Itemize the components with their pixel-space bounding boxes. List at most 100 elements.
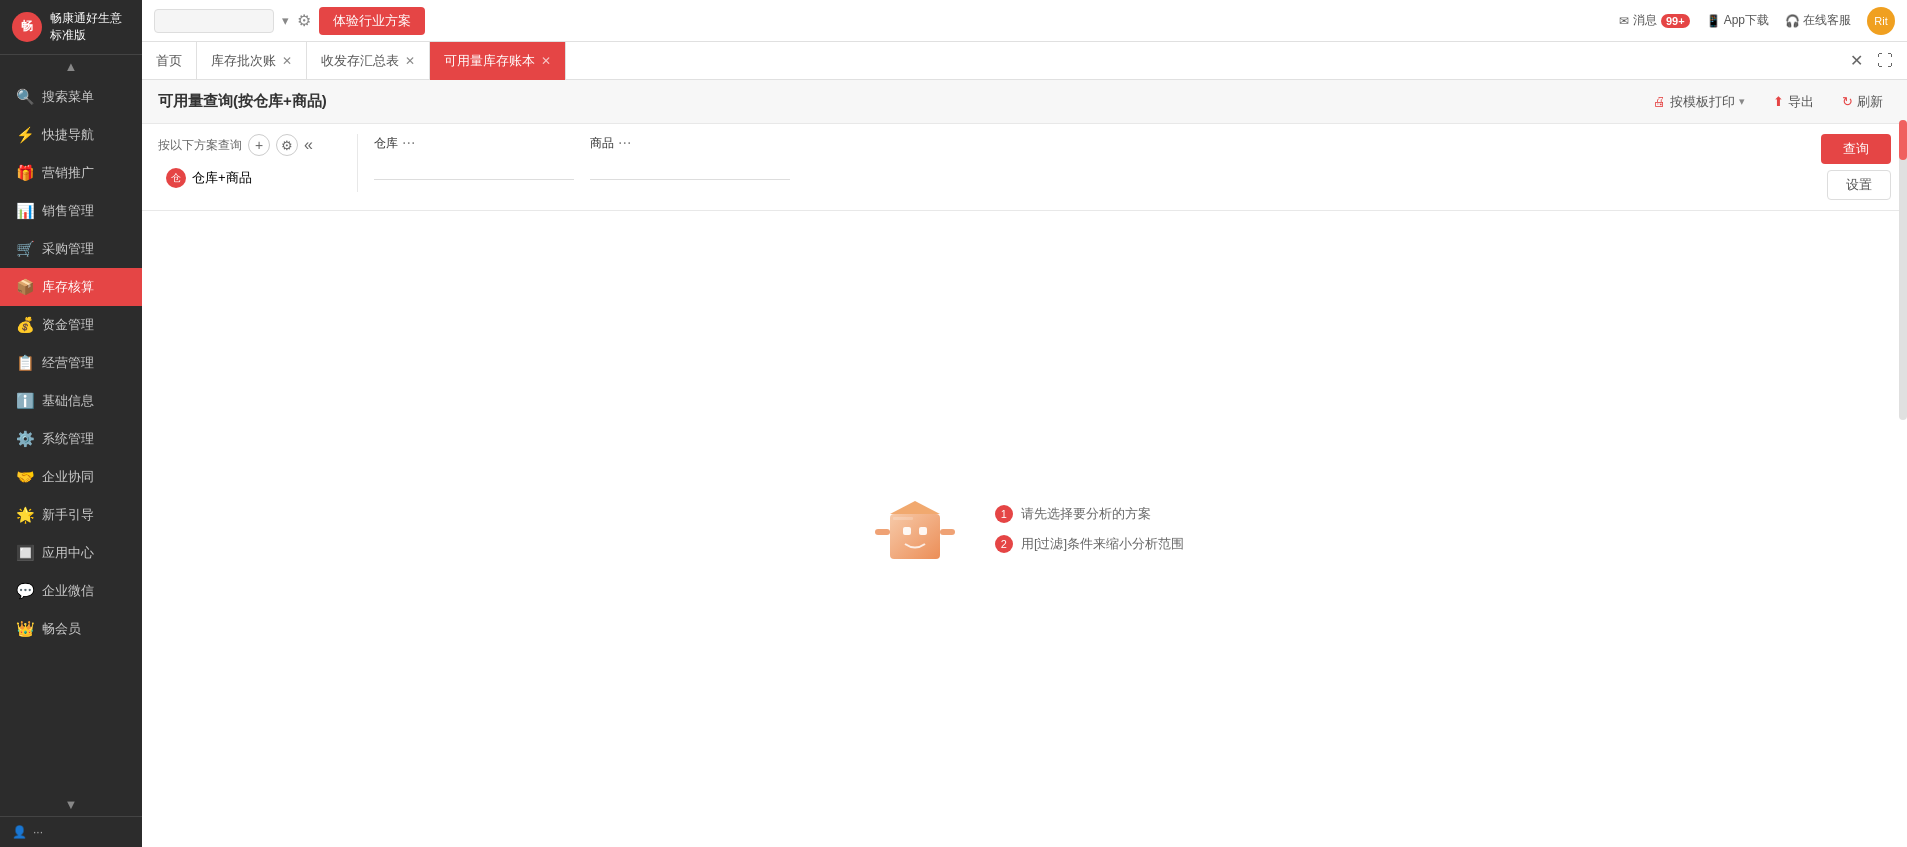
- tab-close-all-button[interactable]: ✕: [1846, 49, 1867, 72]
- online-service-button[interactable]: 🎧 在线客服: [1785, 12, 1851, 29]
- sidebar-item-label: 采购管理: [42, 240, 94, 258]
- filter-settings-button[interactable]: 设置: [1827, 170, 1891, 200]
- sidebar-item-system[interactable]: ⚙️ 系统管理: [0, 420, 142, 458]
- empty-tip-2: 2 用[过滤]条件来缩小分析范围: [995, 535, 1184, 553]
- content-area: 1 请先选择要分析的方案 2 用[过滤]条件来缩小分析范围: [142, 211, 1907, 847]
- gift-icon: 🎁: [16, 164, 34, 182]
- sidebar-item-purchase[interactable]: 🛒 采购管理: [0, 230, 142, 268]
- sidebar-footer[interactable]: 👤 ···: [0, 816, 142, 847]
- sidebar-item-label: 搜索菜单: [42, 88, 94, 106]
- tab-maximize-button[interactable]: ⛶: [1873, 50, 1897, 72]
- sidebar-item-label: 营销推广: [42, 164, 94, 182]
- empty-illustration: [865, 479, 965, 579]
- user-avatar[interactable]: Rit: [1867, 7, 1895, 35]
- chart-icon: 📊: [16, 202, 34, 220]
- info-icon: ℹ️: [16, 392, 34, 410]
- filter-scheme-item-warehouse[interactable]: 仓 仓库+商品: [158, 164, 347, 192]
- sidebar-header: 畅 畅康通好生意 标准版: [0, 0, 142, 55]
- query-button[interactable]: 查询: [1821, 134, 1891, 164]
- user-icon: 👤: [12, 825, 27, 839]
- sidebar-item-label: 应用中心: [42, 544, 94, 562]
- sidebar-item-finance[interactable]: 💰 资金管理: [0, 306, 142, 344]
- sidebar-item-label: 资金管理: [42, 316, 94, 334]
- message-button[interactable]: ✉ 消息 99+: [1619, 12, 1690, 29]
- breadcrumb-search[interactable]: [154, 9, 274, 33]
- sidebar-item-basic[interactable]: ℹ️ 基础信息: [0, 382, 142, 420]
- sidebar-item-shortcut[interactable]: ⚡ 快捷导航: [0, 116, 142, 154]
- sidebar-brand: 畅康通好生意 标准版: [50, 10, 122, 44]
- page-actions: 🖨 按模板打印 ▾ ⬆ 导出 ↻ 刷新: [1645, 89, 1891, 115]
- main-content: ▾ ⚙ 体验行业方案 ✉ 消息 99+ 📱 App下载 🎧 在线客服 Rit: [142, 0, 1907, 847]
- filter-product-more[interactable]: ···: [618, 134, 631, 152]
- headset-icon: 🎧: [1785, 14, 1800, 28]
- sidebar-item-appcenter[interactable]: 🔲 应用中心: [0, 534, 142, 572]
- sidebar-item-label: 企业微信: [42, 582, 94, 600]
- money-icon: 💰: [16, 316, 34, 334]
- sidebar-item-guide[interactable]: 🌟 新手引导: [0, 496, 142, 534]
- filter-scheme-setting-button[interactable]: ⚙: [276, 134, 298, 156]
- refresh-button[interactable]: ↻ 刷新: [1834, 89, 1891, 115]
- filter-field-warehouse-label: 仓库: [374, 135, 398, 152]
- app-download-button[interactable]: 📱 App下载: [1706, 12, 1769, 29]
- message-label: 消息: [1633, 12, 1657, 29]
- crown-icon: 👑: [16, 620, 34, 638]
- tab-close-recv[interactable]: ✕: [405, 55, 415, 67]
- sidebar-scroll-down[interactable]: ▼: [0, 793, 142, 816]
- sidebar-item-marketing[interactable]: 🎁 营销推广: [0, 154, 142, 192]
- filter-product-input[interactable]: [590, 156, 790, 180]
- message-icon: ✉: [1619, 14, 1629, 28]
- export-button[interactable]: ⬆ 导出: [1765, 89, 1822, 115]
- export-label: 导出: [1788, 93, 1814, 111]
- industry-solution-button[interactable]: 体验行业方案: [319, 7, 425, 35]
- dropdown-arrow-icon[interactable]: ▾: [282, 13, 289, 28]
- sidebar-item-operations[interactable]: 📋 经营管理: [0, 344, 142, 382]
- print-label: 按模板打印: [1670, 93, 1735, 111]
- settings-gear-icon[interactable]: ⚙: [297, 11, 311, 30]
- tab-recv-ledger[interactable]: 收发存汇总表 ✕: [307, 42, 430, 80]
- tab-close-avail[interactable]: ✕: [541, 55, 551, 67]
- tab-batch-ledger-label: 库存批次账: [211, 52, 276, 70]
- search-icon: 🔍: [16, 88, 34, 106]
- filter-field-product-header: 商品 ···: [590, 134, 790, 152]
- svg-rect-6: [893, 517, 913, 520]
- filter-warehouse-input[interactable]: [374, 156, 574, 180]
- sidebar-item-search[interactable]: 🔍 搜索菜单: [0, 78, 142, 116]
- filter-scheme-add-button[interactable]: +: [248, 134, 270, 156]
- sidebar-item-sales[interactable]: 📊 销售管理: [0, 192, 142, 230]
- filter-warehouse-more[interactable]: ···: [402, 134, 415, 152]
- tab-bar-actions: ✕ ⛶: [1836, 49, 1907, 72]
- tab-home[interactable]: 首页: [142, 42, 197, 80]
- sidebar-item-enterprise[interactable]: 🤝 企业协同: [0, 458, 142, 496]
- sidebar-item-label: 企业协同: [42, 468, 94, 486]
- sidebar-item-wechat[interactable]: 💬 企业微信: [0, 572, 142, 610]
- lightning-icon: ⚡: [16, 126, 34, 144]
- svg-rect-5: [940, 529, 955, 535]
- sidebar-item-membership[interactable]: 👑 畅会员: [0, 610, 142, 648]
- sidebar-nav: 🔍 搜索菜单 ⚡ 快捷导航 🎁 营销推广 📊 销售管理 🛒 采购管理 📦 库存核…: [0, 78, 142, 793]
- tab-home-label: 首页: [156, 52, 182, 70]
- filter-section: 按以下方案查询 + ⚙ « 仓 仓库+商品 仓库 ··· 商品: [142, 124, 1907, 211]
- svg-rect-0: [890, 514, 940, 559]
- tab-batch-ledger[interactable]: 库存批次账 ✕: [197, 42, 307, 80]
- tab-close-batch[interactable]: ✕: [282, 55, 292, 67]
- gear-icon: ⚙️: [16, 430, 34, 448]
- sidebar: 畅 畅康通好生意 标准版 ▲ 🔍 搜索菜单 ⚡ 快捷导航 🎁 营销推广 📊 销售…: [0, 0, 142, 847]
- tab-avail-ledger[interactable]: 可用量库存账本 ✕: [430, 42, 566, 80]
- tip-number-1: 1: [995, 505, 1013, 523]
- filter-collapse-button[interactable]: «: [304, 136, 313, 154]
- sidebar-item-label: 销售管理: [42, 202, 94, 220]
- tip-text-1: 请先选择要分析的方案: [1021, 505, 1151, 523]
- filter-field-warehouse: 仓库 ···: [374, 134, 574, 180]
- print-dropdown-icon[interactable]: ▾: [1739, 95, 1745, 108]
- avatar-initials: Rit: [1874, 15, 1887, 27]
- tab-recv-ledger-label: 收发存汇总表: [321, 52, 399, 70]
- right-scrollbar[interactable]: [1899, 120, 1907, 420]
- sidebar-scroll-up[interactable]: ▲: [0, 55, 142, 78]
- top-header: ▾ ⚙ 体验行业方案 ✉ 消息 99+ 📱 App下载 🎧 在线客服 Rit: [142, 0, 1907, 42]
- print-button[interactable]: 🖨 按模板打印 ▾: [1645, 89, 1753, 115]
- tab-bar: 首页 库存批次账 ✕ 收发存汇总表 ✕ 可用量库存账本 ✕ ✕ ⛶: [142, 42, 1907, 80]
- sidebar-item-label: 基础信息: [42, 392, 94, 410]
- scrollbar-thumb[interactable]: [1899, 120, 1907, 160]
- sidebar-item-inventory[interactable]: 📦 库存核算: [0, 268, 142, 306]
- filter-right-actions: 查询 设置: [1809, 134, 1891, 200]
